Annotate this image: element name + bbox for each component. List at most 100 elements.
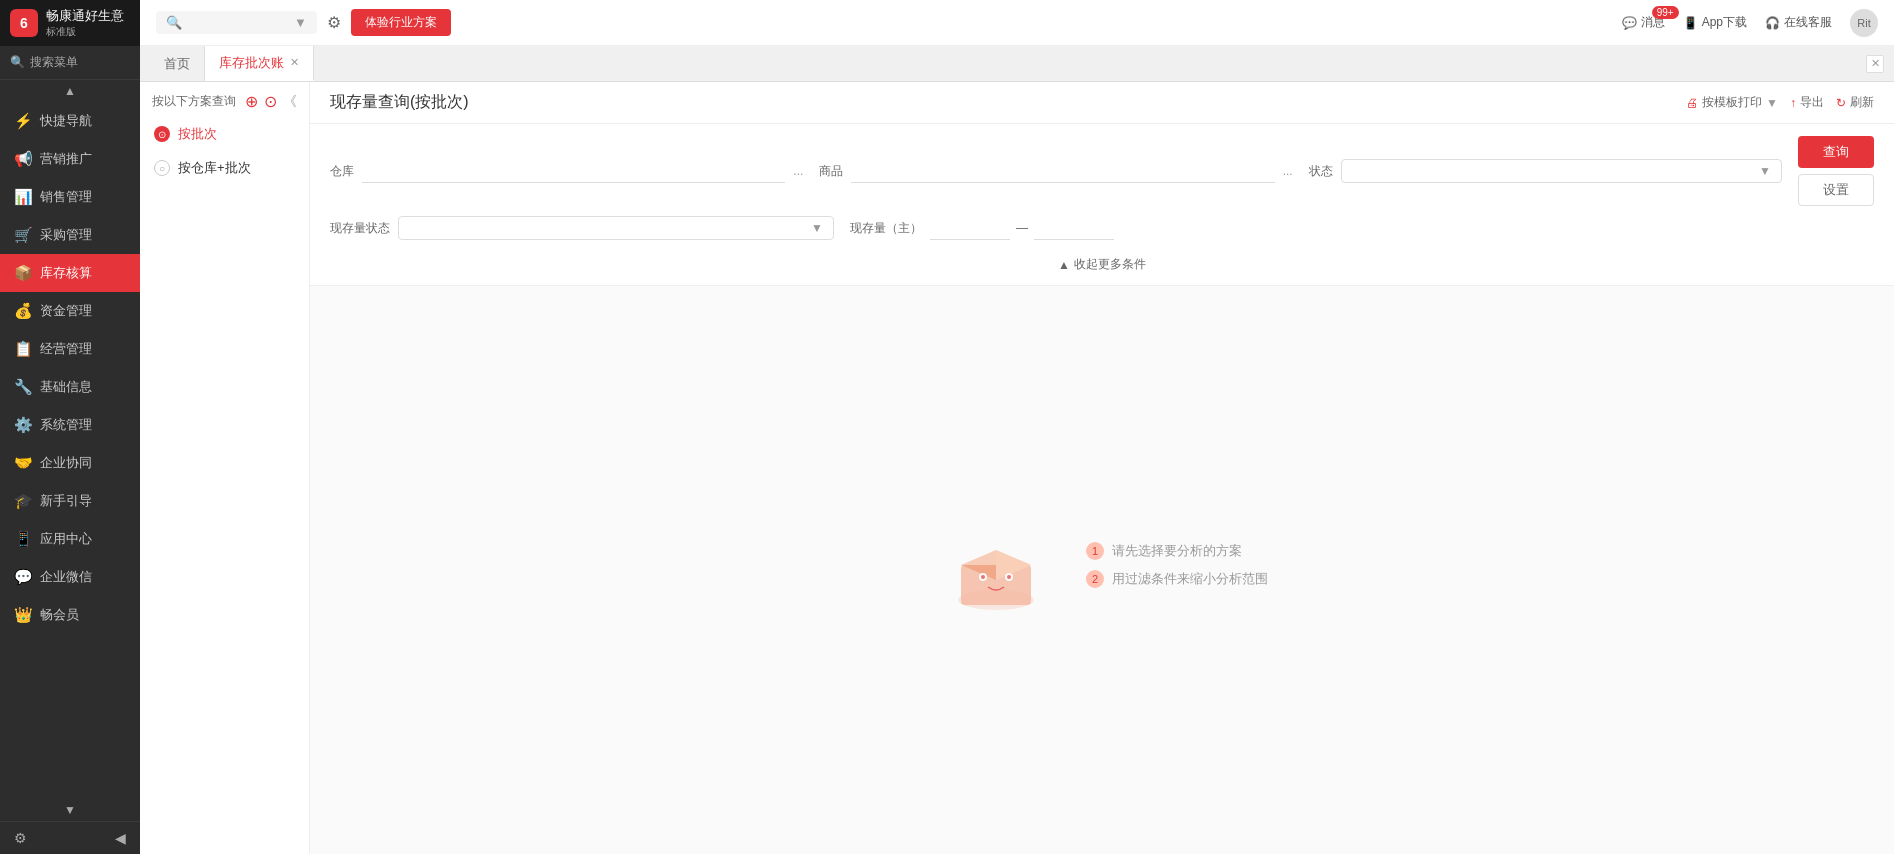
product-input[interactable] <box>851 160 1274 183</box>
trial-button[interactable]: 体验行业方案 <box>351 9 451 36</box>
user-avatar[interactable]: Rit <box>1850 9 1878 37</box>
sidebar-item-label: 企业协同 <box>40 454 92 472</box>
sidebar-search-label: 搜索菜单 <box>30 54 78 71</box>
warehouse-filter: 仓库 ... <box>330 160 803 183</box>
sidebar-item-inventory[interactable]: 📦 库存核算 <box>0 254 140 292</box>
query-button[interactable]: 查询 <box>1798 136 1874 168</box>
sidebar-item-label: 资金管理 <box>40 302 92 320</box>
scheme-header-label: 按以下方案查询 <box>152 93 236 110</box>
scheme-dot-active: ⊙ <box>154 126 170 142</box>
sidebar-item-member[interactable]: 👑 畅会员 <box>0 596 140 634</box>
range-dash: — <box>1016 221 1028 235</box>
empty-step1: 1 请先选择要分析的方案 <box>1086 542 1268 560</box>
print-label: 按模板打印 <box>1702 94 1762 111</box>
sidebar-item-sales[interactable]: 📊 销售管理 <box>0 178 140 216</box>
messages-btn[interactable]: 💬 消息 99+ <box>1622 14 1665 31</box>
action-buttons: 查询 设置 <box>1798 136 1874 206</box>
sidebar-item-guide[interactable]: 🎓 新手引导 <box>0 482 140 520</box>
add-scheme-icon[interactable]: ⊕ <box>245 92 258 111</box>
left-panel-header: 按以下方案查询 ⊕ ⊙ 《 <box>140 82 309 117</box>
status-select[interactable]: ▼ <box>1341 159 1782 183</box>
tabbar-actions: ✕ <box>1866 55 1884 73</box>
topbar-right: 💬 消息 99+ 📱 App下载 🎧 在线客服 Rit <box>1622 9 1878 37</box>
warehouse-more-btn[interactable]: ... <box>793 164 803 178</box>
print-btn[interactable]: 🖨 按模板打印 ▼ <box>1686 94 1778 111</box>
content-area: 按以下方案查询 ⊕ ⊙ 《 ⊙ 按批次 ○ 按仓库+批次 现存量查询(按批次) <box>140 82 1894 854</box>
refresh-btn[interactable]: ↻ 刷新 <box>1836 94 1874 111</box>
empty-svg <box>941 515 1051 625</box>
stock-status-select[interactable]: ▼ <box>398 216 834 240</box>
main-area: 🔍 ▼ ⚙ 体验行业方案 💬 消息 99+ 📱 App下载 🎧 在线客服 Rit <box>140 0 1894 854</box>
inventory-icon: 📦 <box>14 264 32 282</box>
app-logo: 6 <box>10 9 38 37</box>
app-download-label: App下载 <box>1702 14 1747 31</box>
app-download-btn[interactable]: 📱 App下载 <box>1683 14 1747 31</box>
product-more-btn[interactable]: ... <box>1283 164 1293 178</box>
topbar-gear-icon[interactable]: ⚙ <box>327 13 341 32</box>
stock-status-label: 现存量状态 <box>330 220 390 237</box>
stock-main-range: — <box>930 217 1114 240</box>
settings-scheme-icon[interactable]: ⊙ <box>264 92 277 111</box>
sidebar-item-label: 基础信息 <box>40 378 92 396</box>
online-support-btn[interactable]: 🎧 在线客服 <box>1765 14 1832 31</box>
sidebar-item-marketing[interactable]: 📢 营销推广 <box>0 140 140 178</box>
product-filter: 商品 ... <box>819 160 1292 183</box>
stock-status-filter: 现存量状态 ▼ <box>330 216 834 240</box>
toggle-sidebar-icon[interactable]: ◀ <box>115 830 126 846</box>
tab-home[interactable]: 首页 <box>150 46 205 81</box>
topbar-search-box[interactable]: 🔍 ▼ <box>156 11 317 34</box>
close-all-tabs-button[interactable]: ✕ <box>1866 55 1884 73</box>
sidebar-item-collab[interactable]: 🤝 企业协同 <box>0 444 140 482</box>
settings-icon[interactable]: ⚙ <box>14 830 27 846</box>
online-support-label: 在线客服 <box>1784 14 1832 31</box>
topbar-search-input[interactable] <box>188 16 288 30</box>
page-header-actions: 🖨 按模板打印 ▼ ↑ 导出 ↻ 刷新 <box>1686 94 1874 111</box>
sidebar-scroll-up[interactable]: ▲ <box>0 80 140 102</box>
tab-batch-inventory[interactable]: 库存批次账 ✕ <box>205 46 314 81</box>
sidebar-item-system[interactable]: ⚙️ 系统管理 <box>0 406 140 444</box>
left-panel: 按以下方案查询 ⊕ ⊙ 《 ⊙ 按批次 ○ 按仓库+批次 <box>140 82 310 854</box>
tab-batch-inventory-label: 库存批次账 <box>219 54 284 72</box>
sidebar-item-label: 畅会员 <box>40 606 79 624</box>
sidebar-item-finance[interactable]: 💰 资金管理 <box>0 292 140 330</box>
sidebar-item-operations[interactable]: 📋 经营管理 <box>0 330 140 368</box>
sidebar-bottom: ⚙ ◀ <box>0 821 140 854</box>
filter-bar: 仓库 ... 商品 ... 状态 ▼ <box>310 124 1894 286</box>
sidebar-item-label: 库存核算 <box>40 264 92 282</box>
scheme-item-warehouse-batch[interactable]: ○ 按仓库+批次 <box>140 151 309 185</box>
collapse-more-btn[interactable]: ▲ 收起更多条件 <box>330 250 1874 273</box>
topbar-search-icon: 🔍 <box>166 15 182 30</box>
collab-icon: 🤝 <box>14 454 32 472</box>
page-header: 现存量查询(按批次) 🖨 按模板打印 ▼ ↑ 导出 ↻ 刷新 <box>310 82 1894 124</box>
stock-main-from-input[interactable] <box>930 217 1010 240</box>
purchase-icon: 🛒 <box>14 226 32 244</box>
message-badge: 99+ <box>1652 6 1679 19</box>
warehouse-input[interactable] <box>362 160 785 183</box>
sidebar-item-purchase[interactable]: 🛒 采购管理 <box>0 216 140 254</box>
right-content: 现存量查询(按批次) 🖨 按模板打印 ▼ ↑ 导出 ↻ 刷新 <box>310 82 1894 854</box>
sidebar-item-basics[interactable]: 🔧 基础信息 <box>0 368 140 406</box>
sales-icon: 📊 <box>14 188 32 206</box>
sidebar-item-shortcut[interactable]: ⚡ 快捷导航 <box>0 102 140 140</box>
sidebar-scroll-down[interactable]: ▼ <box>0 799 140 821</box>
basics-icon: 🔧 <box>14 378 32 396</box>
export-btn[interactable]: ↑ 导出 <box>1790 94 1824 111</box>
guide-icon: 🎓 <box>14 492 32 510</box>
empty-step2: 2 用过滤条件来缩小分析范围 <box>1086 570 1268 588</box>
sidebar-search[interactable]: 🔍 搜索菜单 <box>0 46 140 80</box>
collapse-panel-button[interactable]: 《 <box>283 93 297 111</box>
collapse-more-label: 收起更多条件 <box>1074 256 1146 273</box>
sidebar-item-label: 销售管理 <box>40 188 92 206</box>
sidebar-item-appstore[interactable]: 📱 应用中心 <box>0 520 140 558</box>
tab-close-icon[interactable]: ✕ <box>290 56 299 69</box>
scheme-item-batch-label: 按批次 <box>178 125 217 143</box>
scheme-item-batch[interactable]: ⊙ 按批次 <box>140 117 309 151</box>
finance-icon: 💰 <box>14 302 32 320</box>
stock-main-filter: 现存量（主） — <box>850 217 1354 240</box>
sidebar-item-wechat[interactable]: 💬 企业微信 <box>0 558 140 596</box>
sidebar: 6 畅康通好生意 标准版 🔍 搜索菜单 ▲ ⚡ 快捷导航 📢 营销推广 📊 销售… <box>0 0 140 854</box>
sidebar-item-label: 经营管理 <box>40 340 92 358</box>
stock-main-to-input[interactable] <box>1034 217 1114 240</box>
sidebar-item-label: 企业微信 <box>40 568 92 586</box>
settings-button[interactable]: 设置 <box>1798 174 1874 206</box>
